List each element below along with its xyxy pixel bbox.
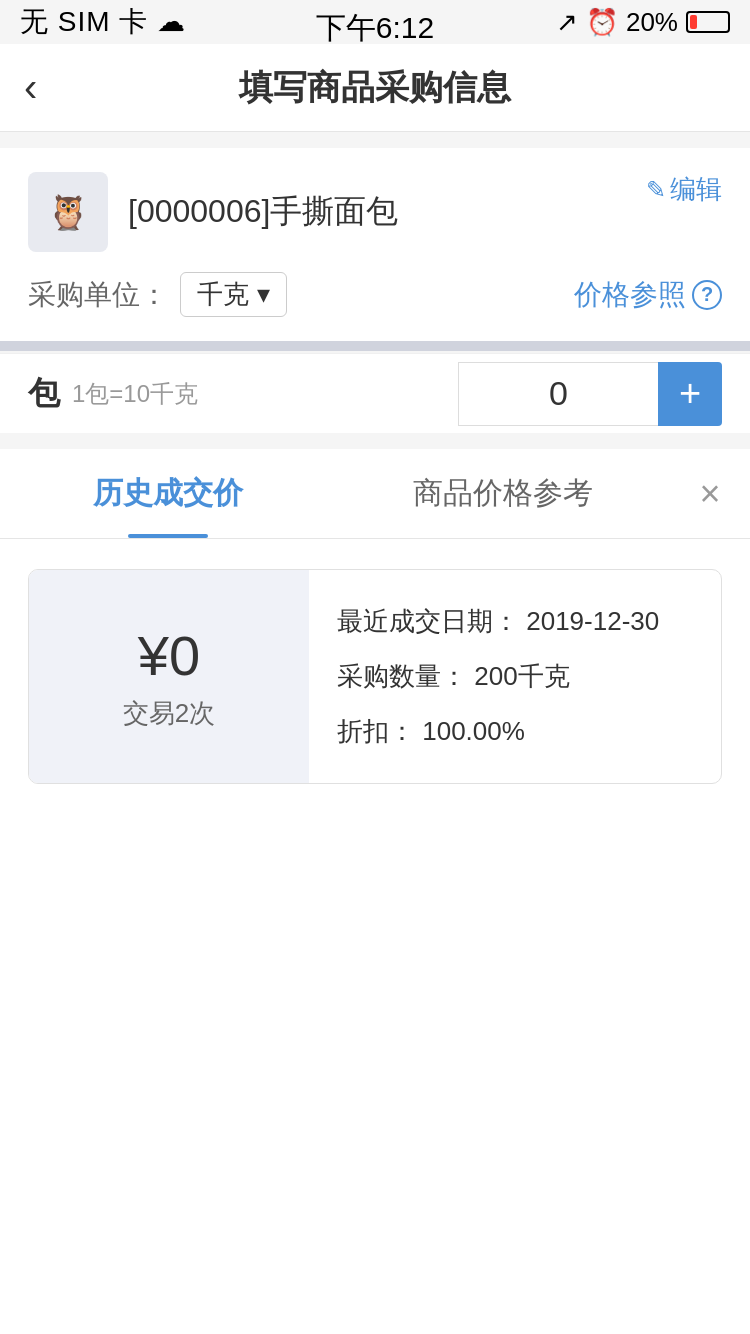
status-bar: 无 SIM 卡 ☁ 下午6:12 ↗ ⏰ 20% bbox=[0, 0, 750, 44]
product-header: 🦉 [0000006]手撕面包 ✎ 编辑 bbox=[28, 172, 722, 252]
tab-active-indicator bbox=[128, 534, 208, 538]
tab-section: 历史成交价 商品价格参考 × ¥0 交易2次 最近成交日期： 2019-12-3… bbox=[0, 449, 750, 814]
tab-price-reference[interactable]: 商品价格参考 bbox=[335, 449, 670, 538]
tab-bar: 历史成交价 商品价格参考 × bbox=[0, 449, 750, 539]
price-amount: ¥0 bbox=[138, 623, 200, 688]
edit-label: 编辑 bbox=[670, 172, 722, 207]
recent-date-value: 2019-12-30 bbox=[526, 606, 659, 636]
close-icon: × bbox=[699, 473, 720, 515]
product-name: [0000006]手撕面包 bbox=[128, 191, 398, 233]
current-time: 下午6:12 bbox=[316, 8, 434, 49]
product-footer: 采购单位： 千克 ▾ 价格参照 ? bbox=[28, 272, 722, 317]
back-button[interactable]: ‹ bbox=[24, 65, 37, 110]
unit-dropdown[interactable]: 千克 ▾ bbox=[180, 272, 287, 317]
price-card: ¥0 交易2次 最近成交日期： 2019-12-30 采购数量： 200千克 折… bbox=[28, 569, 722, 784]
status-right-icons: ↗ ⏰ 20% bbox=[556, 7, 730, 38]
tab-close-button[interactable]: × bbox=[670, 449, 750, 538]
tab-price-ref-label: 商品价格参考 bbox=[413, 473, 593, 514]
recent-date-label: 最近成交日期： bbox=[337, 606, 519, 636]
nav-bar: ‹ 填写商品采购信息 bbox=[0, 44, 750, 132]
quantity-label-text: 采购数量： bbox=[337, 661, 467, 691]
discount-row: 折扣： 100.00% bbox=[337, 712, 693, 751]
quantity-input[interactable]: 0 bbox=[458, 362, 658, 426]
alarm-icon: ⏰ bbox=[586, 7, 618, 38]
price-reference-button[interactable]: 价格参照 ? bbox=[574, 276, 722, 314]
edit-icon: ✎ bbox=[646, 176, 666, 204]
quantity-section: 包 1包=10千克 0 + bbox=[0, 353, 750, 433]
product-thumbnail: 🦉 bbox=[28, 172, 108, 252]
edit-button[interactable]: ✎ 编辑 bbox=[646, 172, 722, 207]
tab-history-label: 历史成交价 bbox=[93, 473, 243, 514]
quantity-value: 200千克 bbox=[474, 661, 569, 691]
price-ref-label: 价格参照 bbox=[574, 276, 686, 314]
unit-row: 采购单位： 千克 ▾ bbox=[28, 272, 287, 317]
battery-icon bbox=[686, 11, 730, 33]
tab-history-price[interactable]: 历史成交价 bbox=[0, 449, 335, 538]
quantity-input-group: 0 + bbox=[458, 362, 722, 426]
recent-date-row: 最近成交日期： 2019-12-30 bbox=[337, 602, 693, 641]
product-logo-icon: 🦉 bbox=[47, 192, 89, 232]
price-card-right: 最近成交日期： 2019-12-30 采购数量： 200千克 折扣： 100.0… bbox=[309, 570, 721, 783]
help-icon: ? bbox=[692, 280, 722, 310]
product-card: 🦉 [0000006]手撕面包 ✎ 编辑 采购单位： 千克 ▾ 价格参照 ? bbox=[0, 148, 750, 341]
page-title: 填写商品采购信息 bbox=[239, 65, 511, 111]
currency-symbol: ¥ bbox=[138, 624, 169, 687]
bao-label: 包 bbox=[28, 372, 60, 416]
unit-prefix-label: 采购单位： bbox=[28, 276, 168, 314]
plus-icon: + bbox=[679, 372, 701, 415]
history-price-content: ¥0 交易2次 最近成交日期： 2019-12-30 采购数量： 200千克 折… bbox=[0, 539, 750, 814]
unit-equation: 1包=10千克 bbox=[72, 378, 198, 410]
dropdown-arrow-icon: ▾ bbox=[257, 279, 270, 310]
purchase-quantity-row: 采购数量： 200千克 bbox=[337, 657, 693, 696]
discount-value: 100.00% bbox=[422, 716, 525, 746]
price-value: 0 bbox=[169, 624, 200, 687]
product-left: 🦉 [0000006]手撕面包 bbox=[28, 172, 398, 252]
quantity-label: 包 1包=10千克 bbox=[28, 372, 198, 416]
unit-value: 千克 bbox=[197, 277, 249, 312]
discount-label: 折扣： bbox=[337, 716, 415, 746]
location-icon: ↗ bbox=[556, 7, 578, 38]
battery-percent: 20% bbox=[626, 7, 678, 38]
page-rest bbox=[0, 814, 750, 1334]
section-divider bbox=[0, 341, 750, 351]
transaction-count: 交易2次 bbox=[123, 696, 215, 731]
quantity-plus-button[interactable]: + bbox=[658, 362, 722, 426]
carrier-signal: 无 SIM 卡 ☁ bbox=[20, 3, 186, 41]
price-card-left: ¥0 交易2次 bbox=[29, 570, 309, 783]
